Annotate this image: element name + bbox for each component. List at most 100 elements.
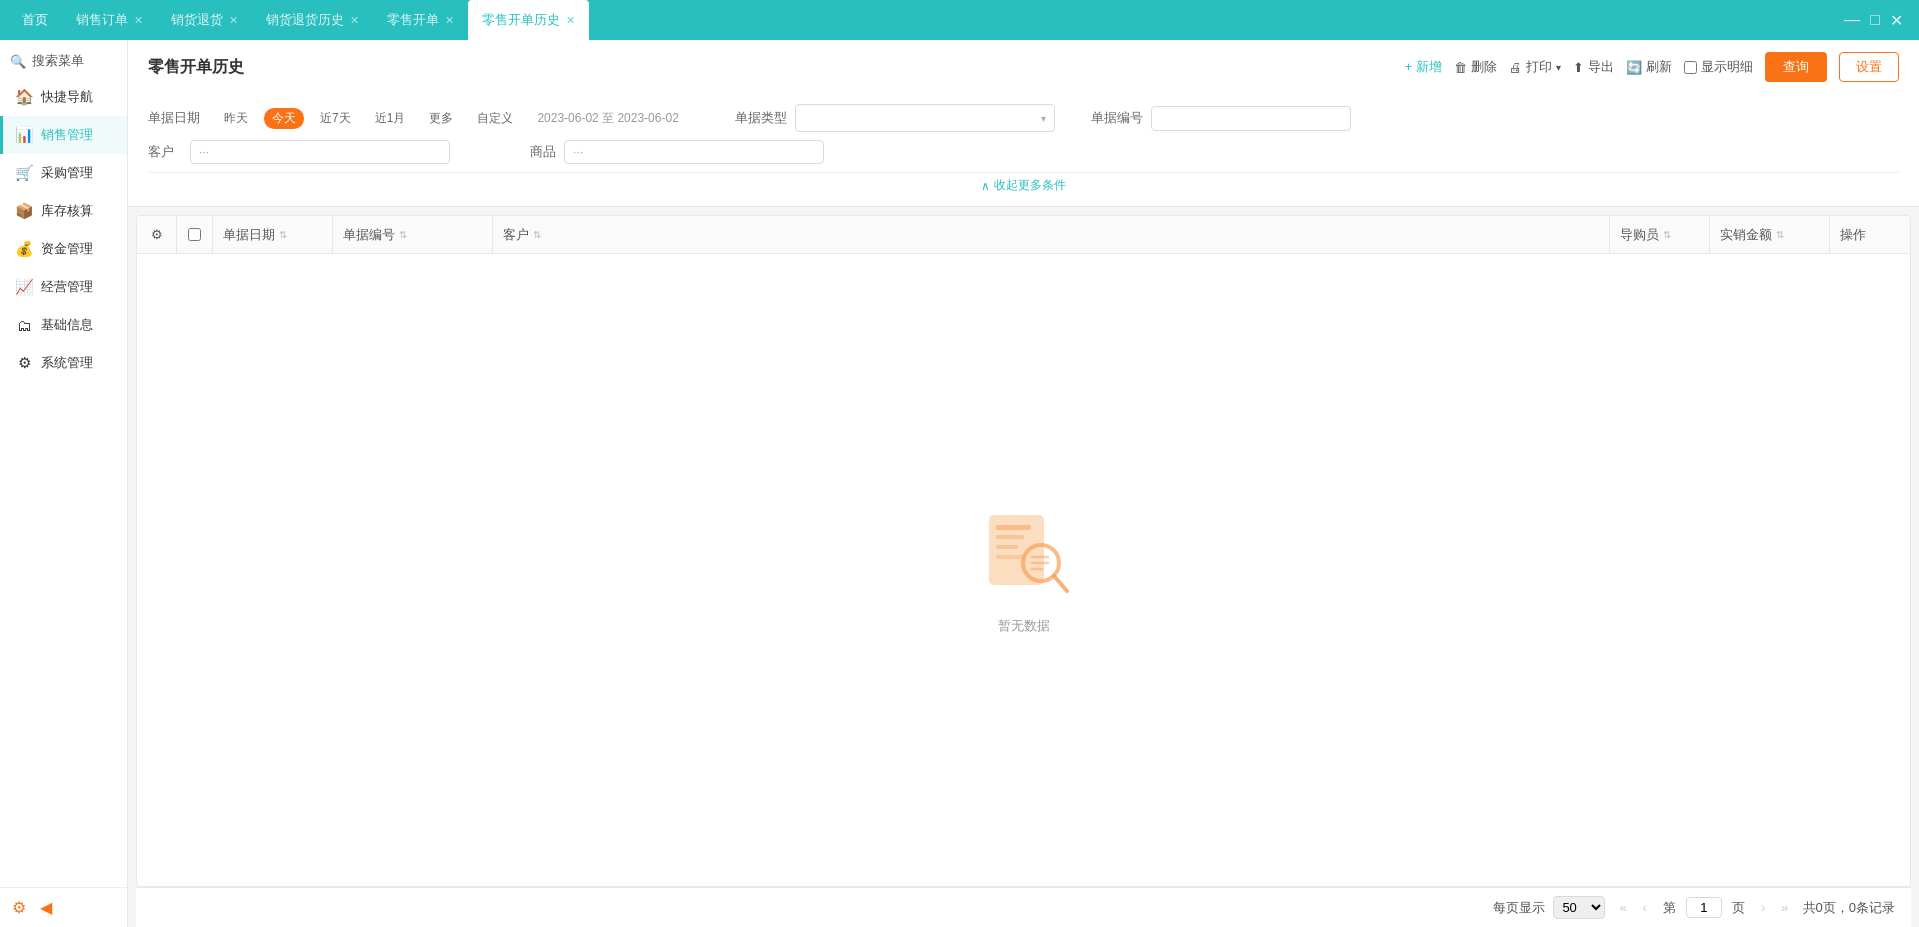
sidebar-search[interactable]: 🔍 搜索菜单 (0, 40, 127, 78)
close-btn[interactable]: ✕ (1890, 11, 1903, 30)
per-page-select[interactable]: 50 10 20 100 (1553, 896, 1605, 919)
collapse-row: ∧ 收起更多条件 (148, 172, 1899, 198)
tab-bar: 首页 销售订单 ✕ 销货退货 ✕ 销货退货历史 ✕ 零售开单 ✕ 零售开单历史 … (0, 0, 1919, 40)
sidebar-item-quick-nav[interactable]: 🏠 快捷导航 (0, 78, 127, 116)
type-select[interactable]: ▾ (795, 104, 1055, 132)
first-page-btn[interactable]: « (1613, 898, 1632, 917)
tab-sales-return-history[interactable]: 销货退货历史 ✕ (252, 0, 373, 40)
prev-page-btn[interactable]: ‹ (1637, 898, 1653, 917)
tab-close-sales-return-history[interactable]: ✕ (350, 14, 359, 27)
svg-line-6 (1054, 576, 1067, 591)
page-title-row: 零售开单历史 + 新增 🗑 删除 🖨 打印 ▾ ⬆ 导出 (148, 52, 1899, 82)
th-settings[interactable]: ⚙ (137, 216, 177, 253)
business-icon: 📈 (15, 278, 33, 296)
date-btn-7days[interactable]: 近7天 (312, 108, 359, 129)
customer-input[interactable]: ··· (190, 140, 450, 164)
amount-sort-icon[interactable]: ⇅ (1776, 229, 1784, 240)
print-button[interactable]: 🖨 打印 ▾ (1509, 58, 1561, 76)
delete-button[interactable]: 🗑 删除 (1454, 58, 1497, 76)
tab-home[interactable]: 首页 (8, 0, 62, 40)
per-page-label: 每页显示 (1493, 899, 1545, 917)
query-button[interactable]: 查询 (1765, 52, 1827, 82)
date-btn-1month[interactable]: 近1月 (367, 108, 414, 129)
th-amount[interactable]: 实销金额 ⇅ (1710, 216, 1830, 253)
collapse-sidebar-icon[interactable]: ◀ (40, 898, 52, 917)
chart-icon: 📊 (15, 126, 33, 144)
maximize-btn[interactable]: □ (1870, 11, 1880, 30)
date-range: 2023-06-02 至 2023-06-02 (537, 110, 678, 127)
next-page-btn[interactable]: › (1755, 898, 1771, 917)
date-sort-icon[interactable]: ⇅ (279, 229, 287, 240)
select-all-checkbox[interactable] (188, 228, 201, 241)
th-number[interactable]: 单据编号 ⇅ (333, 216, 493, 253)
page-number-input[interactable] (1686, 897, 1722, 918)
sidebar-item-inventory[interactable]: 📦 库存核算 (0, 192, 127, 230)
tab-retail-open-history[interactable]: 零售开单历史 ✕ (468, 0, 589, 40)
type-select-arrow: ▾ (1041, 113, 1046, 124)
customer-ellipsis: ··· (199, 145, 209, 159)
svg-rect-3 (996, 545, 1018, 549)
number-label: 单据编号 (1091, 109, 1143, 127)
date-btn-more[interactable]: 更多 (421, 108, 461, 129)
finance-icon: 💰 (15, 240, 33, 258)
empty-text: 暂无数据 (998, 617, 1050, 635)
svg-rect-4 (996, 555, 1026, 559)
minimize-btn[interactable]: — (1844, 11, 1860, 30)
print-icon: 🖨 (1509, 60, 1522, 75)
content-area: 零售开单历史 + 新增 🗑 删除 🖨 打印 ▾ ⬆ 导出 (128, 40, 1919, 927)
last-page-btn[interactable]: » (1775, 898, 1794, 917)
date-btn-today[interactable]: 今天 (264, 108, 304, 129)
export-icon: ⬆ (1573, 60, 1584, 75)
customer-sort-icon[interactable]: ⇅ (533, 229, 541, 240)
tab-close-sales-order[interactable]: ✕ (134, 14, 143, 27)
product-input[interactable]: ··· (564, 140, 824, 164)
tab-close-retail-open-history[interactable]: ✕ (566, 14, 575, 27)
page-nav: « ‹ 第 页 › » (1613, 897, 1794, 919)
date-btn-yesterday[interactable]: 昨天 (216, 108, 256, 129)
export-button[interactable]: ⬆ 导出 (1573, 58, 1614, 76)
page-header: 零售开单历史 + 新增 🗑 删除 🖨 打印 ▾ ⬆ 导出 (128, 40, 1919, 207)
th-customer[interactable]: 客户 ⇅ (493, 216, 1610, 253)
sidebar-item-sys-mgmt[interactable]: ⚙ 系统管理 (0, 344, 127, 382)
sidebar-item-sales-mgmt[interactable]: 📊 销售管理 (0, 116, 127, 154)
number-sort-icon[interactable]: ⇅ (399, 229, 407, 240)
box-icon: 📦 (15, 202, 33, 220)
add-button[interactable]: + 新增 (1405, 58, 1442, 76)
setting-button[interactable]: 设置 (1839, 52, 1899, 82)
home-icon: 🏠 (15, 88, 33, 106)
gear-icon: ⚙ (15, 354, 33, 372)
type-label: 单据类型 (735, 109, 787, 127)
refresh-icon: 🔄 (1626, 60, 1642, 75)
info-icon: 🗂 (15, 317, 33, 334)
product-ellipsis: ··· (573, 145, 583, 159)
window-controls: — □ ✕ (1844, 11, 1911, 30)
print-chevron-icon: ▾ (1556, 62, 1561, 73)
th-checkbox[interactable] (177, 216, 213, 253)
settings-icon[interactable]: ⚙ (12, 898, 26, 917)
tab-close-retail-open[interactable]: ✕ (445, 14, 454, 27)
number-input[interactable] (1151, 106, 1351, 131)
main-layout: 🔍 搜索菜单 🏠 快捷导航 📊 销售管理 🛒 采购管理 📦 库存核算 💰 资金管… (0, 40, 1919, 927)
tab-sales-order[interactable]: 销售订单 ✕ (62, 0, 157, 40)
sidebar-item-business[interactable]: 📈 经营管理 (0, 268, 127, 306)
column-settings-icon[interactable]: ⚙ (151, 227, 163, 242)
display-detail-button[interactable]: 显示明细 (1684, 58, 1753, 76)
sidebar-item-finance[interactable]: 💰 资金管理 (0, 230, 127, 268)
tab-retail-open[interactable]: 零售开单 ✕ (373, 0, 468, 40)
sidebar: 🔍 搜索菜单 🏠 快捷导航 📊 销售管理 🛒 采购管理 📦 库存核算 💰 资金管… (0, 40, 128, 927)
th-date[interactable]: 单据日期 ⇅ (213, 216, 333, 253)
collapse-button[interactable]: ∧ 收起更多条件 (981, 177, 1066, 194)
date-btn-custom[interactable]: 自定义 (469, 108, 521, 129)
customer-label: 客户 (148, 143, 174, 161)
display-detail-checkbox[interactable] (1684, 61, 1697, 74)
th-guide[interactable]: 导购员 ⇅ (1610, 216, 1710, 253)
refresh-button[interactable]: 🔄 刷新 (1626, 58, 1672, 76)
sidebar-item-purchase-mgmt[interactable]: 🛒 采购管理 (0, 154, 127, 192)
tab-sales-return[interactable]: 销货退货 ✕ (157, 0, 252, 40)
table-header: ⚙ 单据日期 ⇅ 单据编号 ⇅ 客户 ⇅ 导购员 (137, 216, 1910, 254)
tab-close-sales-return[interactable]: ✕ (229, 14, 238, 27)
page-suffix: 页 (1726, 897, 1751, 919)
sidebar-item-base-info[interactable]: 🗂 基础信息 (0, 306, 127, 344)
guide-sort-icon[interactable]: ⇅ (1663, 229, 1671, 240)
filter-row-2: 客户 ··· 商品 ··· (148, 140, 1899, 164)
